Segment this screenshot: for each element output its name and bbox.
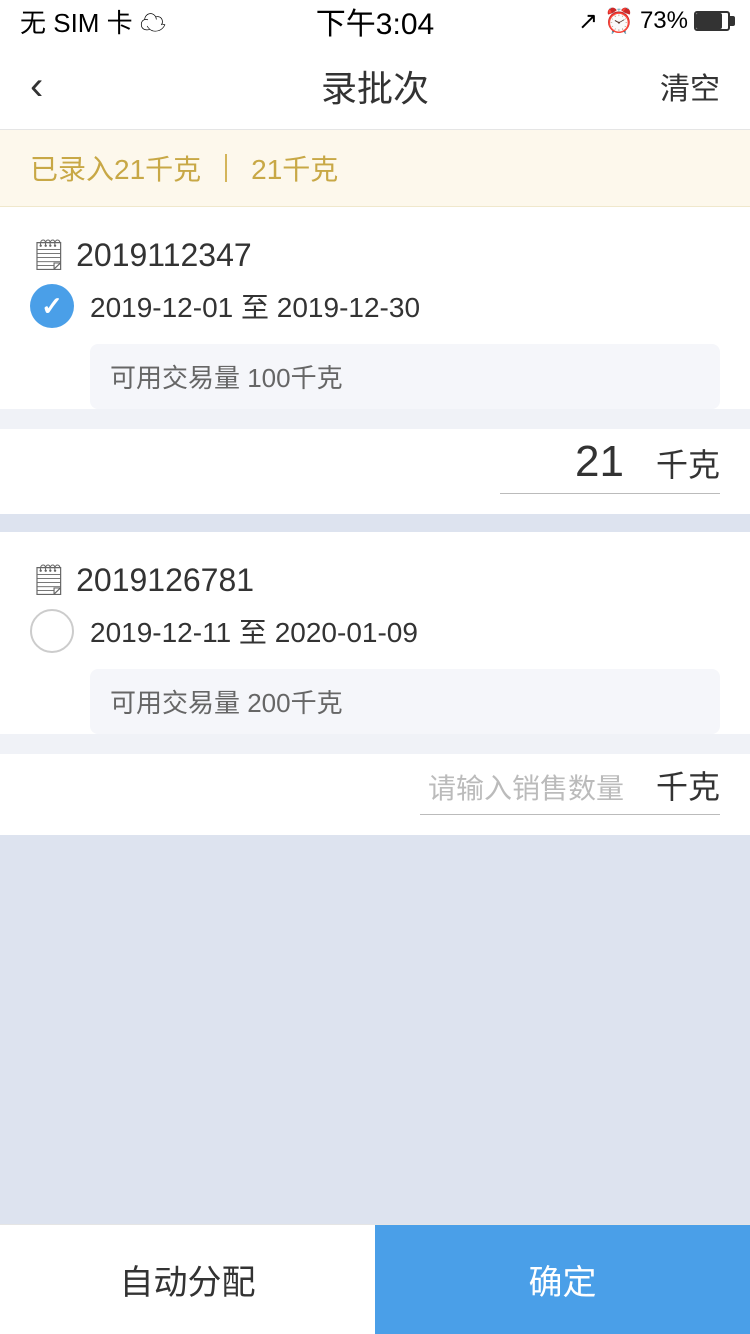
batch-2-available: 可用交易量 200千克 [90, 669, 720, 734]
batch-1-radio[interactable] [30, 284, 74, 328]
recorded-label: 已录入21千克 [30, 148, 201, 188]
batch-2-unit: 千克 [656, 762, 720, 808]
batch-2-header: 🗒 2019126781 [30, 562, 720, 599]
batch-2-input-inner: 请输入销售数量 千克 [0, 754, 750, 835]
batch-2-input-placeholder[interactable]: 请输入销售数量 [428, 767, 624, 807]
batch-2-underline [420, 814, 720, 815]
batch-1-card: 🗒 2019112347 2019-12-01 至 2019-12-30 可用交… [0, 207, 750, 409]
batch-2-date: 2019-12-11 至 2020-01-09 [90, 611, 418, 651]
status-time: 下午3:04 [316, 0, 434, 43]
info-banner: 已录入21千克 21千克 [0, 130, 750, 207]
batch-2-row: 2019-12-11 至 2020-01-09 [30, 609, 720, 653]
batch-2-input-section: 请输入销售数量 千克 [0, 754, 750, 835]
amount-label: 21千克 [251, 148, 338, 188]
section-separator-1 [0, 514, 750, 532]
battery-icon [694, 11, 730, 31]
batch-1-amount-value: 21 [575, 437, 624, 487]
batch-2-radio[interactable] [30, 609, 74, 653]
batch-1-available: 可用交易量 100千克 [90, 344, 720, 409]
batch-1-amount-section: 21 千克 [0, 429, 750, 514]
bottom-bar: 自动分配 确定 [0, 1224, 750, 1334]
batch-1-amount-inner: 21 千克 [0, 429, 750, 514]
alarm-icon: ⏰ [604, 7, 634, 36]
batch-1-underline [500, 493, 720, 494]
batch-1-unit: 千克 [656, 440, 720, 486]
sim-label: 无 SIM 卡 ☁ [20, 3, 166, 40]
batch-1-row: 2019-12-01 至 2019-12-30 [30, 284, 720, 328]
info-divider [225, 154, 227, 182]
page-title: 录批次 [321, 60, 429, 112]
status-left: 无 SIM 卡 ☁ [20, 3, 166, 40]
nav-bar: ‹ 录批次 清空 [0, 42, 750, 130]
clear-button[interactable]: 清空 [660, 64, 720, 108]
batch-1-icon: 🗒 [30, 238, 68, 273]
batch-1-id: 2019112347 [76, 237, 252, 274]
batch-2-card: 🗒 2019126781 2019-12-11 至 2020-01-09 可用交… [0, 532, 750, 734]
arrow-icon: ↗ [578, 7, 598, 36]
battery-label: 73% [640, 7, 688, 35]
batch-1-header: 🗒 2019112347 [30, 237, 720, 274]
auto-distribute-button[interactable]: 自动分配 [0, 1225, 375, 1334]
status-bar: 无 SIM 卡 ☁ 下午3:04 ↗ ⏰ 73% [0, 0, 750, 42]
status-right: ↗ ⏰ 73% [578, 7, 730, 36]
confirm-button[interactable]: 确定 [375, 1225, 750, 1334]
batch-2-id: 2019126781 [76, 562, 254, 599]
batch-2-icon: 🗒 [30, 563, 68, 598]
batch-1-date: 2019-12-01 至 2019-12-30 [90, 286, 420, 326]
back-button[interactable]: ‹ [30, 66, 43, 106]
